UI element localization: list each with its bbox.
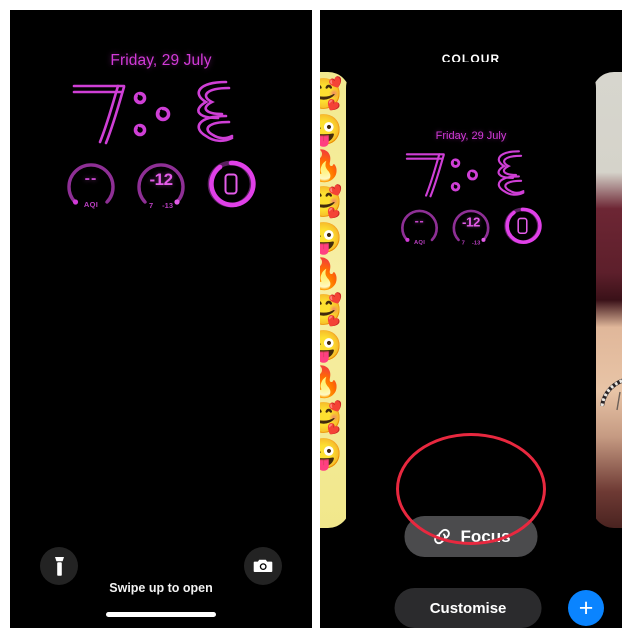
preview-widget-weather[interactable]: -12 7 -13 <box>449 204 493 248</box>
plus-icon: + <box>578 593 594 622</box>
preview-widget-weather-low: 7 <box>461 239 465 247</box>
flashlight-icon <box>54 556 64 576</box>
emoji-item: 😜 <box>320 114 343 147</box>
emoji-item: 😜 <box>320 222 343 255</box>
lock-date: Friday, 29 July <box>110 52 212 69</box>
emoji-item: 🔥 <box>320 258 343 291</box>
add-wallpaper-button[interactable]: + <box>568 590 604 626</box>
emoji-item: 🥰 <box>320 294 343 327</box>
flashlight-button[interactable] <box>40 547 78 585</box>
emoji-item: 🥰 <box>320 402 343 435</box>
preview-clock <box>346 144 596 200</box>
lock-bottom-bar: Swipe up to open <box>10 528 312 628</box>
widget-weather[interactable]: -12 7 -13 <box>133 156 189 212</box>
emoji-item: 🔥 <box>320 150 343 183</box>
widget-weather-high: -13 <box>162 201 173 210</box>
lock-clock <box>10 72 312 148</box>
preview-widget-battery[interactable] <box>501 204 545 248</box>
preview-widget-aqi[interactable]: -- AQI <box>398 204 442 248</box>
gallery-action-bar: Focus Customise + <box>320 478 622 628</box>
customise-button-label: Customise <box>429 599 507 617</box>
screenshot-stage: Friday, 29 July -- AQI -12 7 -13 Swipe u… <box>0 0 640 640</box>
widget-aqi-value: -- <box>84 170 98 187</box>
lock-widget-row: -- AQI -12 7 -13 <box>10 156 312 212</box>
bracelet-decoration <box>600 378 622 411</box>
home-indicator[interactable] <box>106 612 216 617</box>
widget-weather-value: -12 <box>149 170 173 189</box>
preview-widget-weather-range: 7 -13 <box>449 239 493 246</box>
widget-aqi-label: AQI <box>83 200 99 209</box>
lock-screen-panel: Friday, 29 July -- AQI -12 7 -13 Swipe u… <box>10 10 312 628</box>
photo-wallpaper-thumb[interactable] <box>592 72 622 528</box>
swipe-hint: Swipe up to open <box>109 581 213 595</box>
focus-button[interactable]: Focus <box>404 516 538 557</box>
preview-widget-row: -- AQI -12 7 -13 <box>374 204 569 248</box>
widget-weather-low: 7 <box>148 201 154 210</box>
emoji-item: 🔥 <box>320 366 343 399</box>
photo-wallpaper-content <box>592 72 622 528</box>
preview-date: Friday, 29 July <box>435 130 507 142</box>
widget-battery[interactable] <box>203 156 259 212</box>
emoji-item: 🥰 <box>320 78 343 111</box>
camera-button[interactable] <box>244 547 282 585</box>
preview-widget-weather-value: -12 <box>461 214 480 230</box>
widget-aqi[interactable]: -- AQI <box>63 156 119 212</box>
wallpaper-gallery-panel: COLOUR 🥰 😜 🔥 🥰 😜 🔥 🥰 😜 🔥 🥰 😜 Friday, 29 … <box>320 10 622 628</box>
emoji-item: 😜 <box>320 330 343 363</box>
emoji-item: 😜 <box>320 438 343 471</box>
preview-widget-aqi-label: AQI <box>413 238 426 246</box>
widget-weather-range: 7 -13 <box>133 201 189 210</box>
link-icon <box>434 528 450 545</box>
camera-icon <box>253 559 273 572</box>
preview-widget-weather-high: -13 <box>471 239 481 247</box>
customise-button[interactable]: Customise <box>394 588 542 628</box>
emoji-item: 🥰 <box>320 186 343 219</box>
focus-button-label: Focus <box>460 526 511 546</box>
preview-widget-aqi-value: -- <box>414 214 425 229</box>
